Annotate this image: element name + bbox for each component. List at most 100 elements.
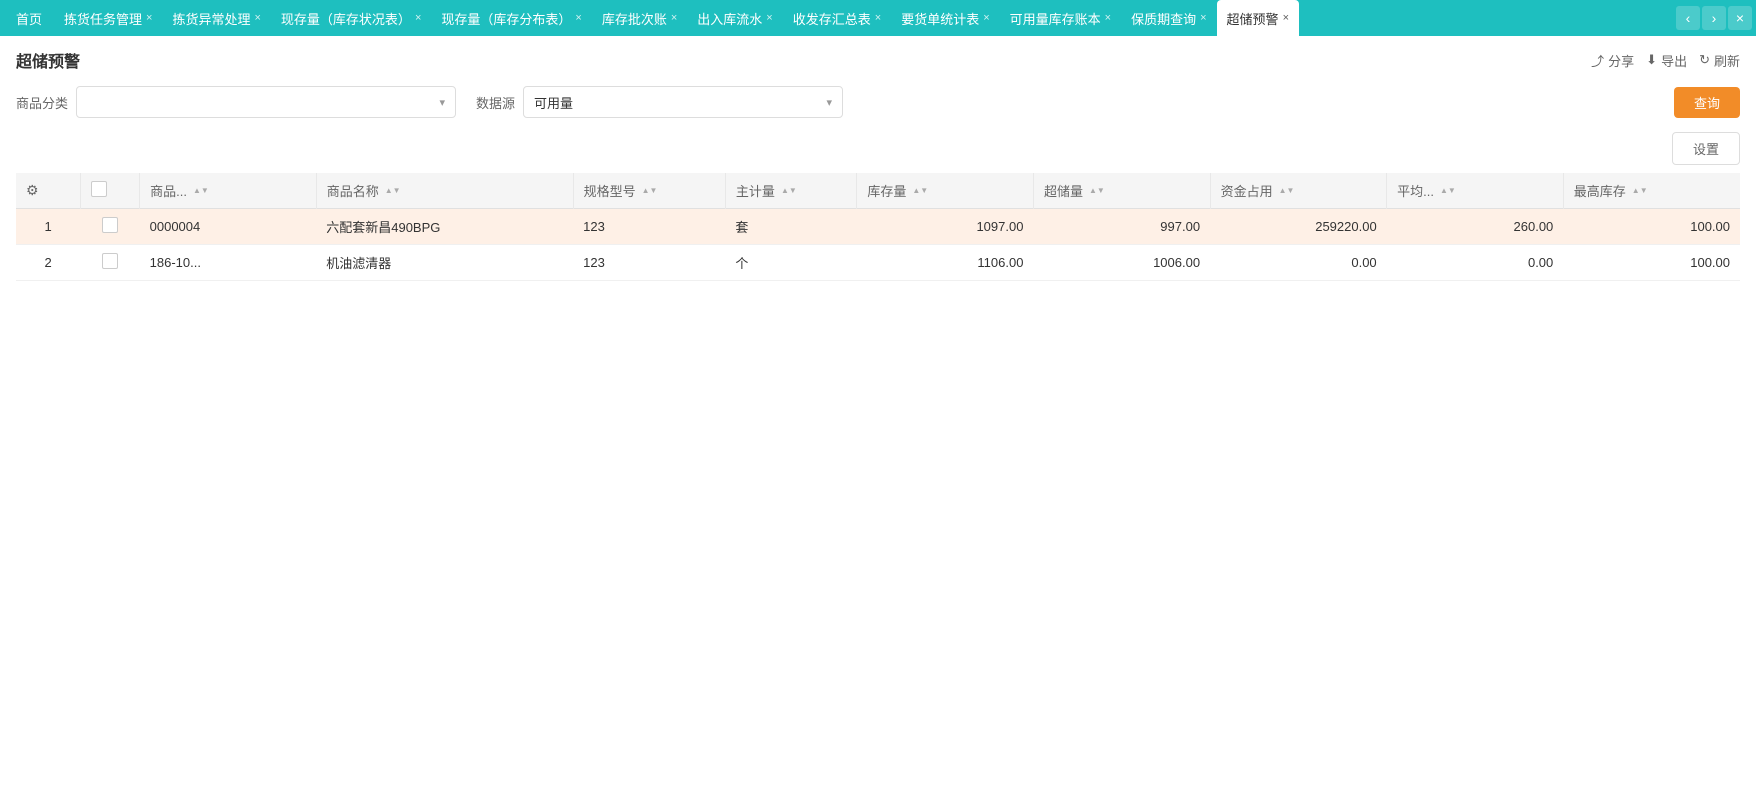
nav-tab-batch-account[interactable]: 库存批次账 × — [592, 0, 687, 36]
row-checkbox[interactable] — [102, 253, 118, 269]
datasource-select[interactable]: 可用量 ▾ — [523, 86, 843, 118]
row-checkbox-cell[interactable] — [80, 245, 139, 281]
gear-icon[interactable]: ⚙ — [26, 182, 39, 198]
th-capital[interactable]: 资金占用 ▲▼ — [1210, 173, 1387, 209]
share-button[interactable]: ⤴ 分享 — [1591, 51, 1634, 70]
export-icon: ⬇ — [1646, 52, 1657, 68]
share-icon: ⤴ — [1591, 51, 1604, 70]
category-select[interactable]: ▾ — [76, 86, 456, 118]
th-avg[interactable]: 平均... ▲▼ — [1387, 173, 1564, 209]
th-checkbox[interactable] — [80, 173, 139, 209]
data-table: ⚙ 商品... ▲▼ 商品名称 ▲▼ — [16, 173, 1740, 281]
row-name: 六配套新昌490BPG — [316, 209, 573, 245]
nav-tab-overstock-warning[interactable]: 超储预警 × — [1217, 0, 1299, 36]
select-all-checkbox[interactable] — [91, 181, 107, 197]
nav-tab-available-account[interactable]: 可用量库存账本 × — [1000, 0, 1121, 36]
settings-button[interactable]: 设置 — [1672, 132, 1740, 165]
row-unit: 套 — [725, 209, 856, 245]
chevron-down-icon: ▾ — [439, 96, 445, 109]
table-header-row: ⚙ 商品... ▲▼ 商品名称 ▲▼ — [16, 173, 1740, 209]
top-navigation: 首页 拣货任务管理 × 拣货异常处理 × 现存量（库存状况表） × 现存量（库存… — [0, 0, 1756, 36]
nav-home[interactable]: 首页 — [4, 9, 54, 28]
row-maxstock: 100.00 — [1563, 245, 1740, 281]
settings-row: 设置 — [16, 132, 1740, 165]
close-icon[interactable]: × — [575, 12, 581, 24]
header-actions: ⤴ 分享 ⬇ 导出 ↻ 刷新 — [1591, 51, 1740, 70]
th-code[interactable]: 商品... ▲▼ — [140, 173, 317, 209]
close-icon[interactable]: × — [415, 12, 421, 24]
th-maxstock[interactable]: 最高库存 ▲▼ — [1563, 173, 1740, 209]
nav-tab-current-stock-dist[interactable]: 现存量（库存分布表） × — [431, 0, 591, 36]
nav-arrows: ‹ › × — [1676, 6, 1752, 30]
sort-icon: ▲▼ — [1632, 187, 1648, 195]
row-stock: 1106.00 — [857, 245, 1034, 281]
table-row: 1 0000004 六配套新昌490BPG 123 套 1097.00 997.… — [16, 209, 1740, 245]
nav-tab-demand-stats[interactable]: 要货单统计表 × — [891, 0, 999, 36]
nav-prev-button[interactable]: ‹ — [1676, 6, 1700, 30]
nav-close-all-button[interactable]: × — [1728, 6, 1752, 30]
refresh-button[interactable]: ↻ 刷新 — [1699, 51, 1740, 70]
sort-icon: ▲▼ — [1279, 187, 1295, 195]
th-stock[interactable]: 库存量 ▲▼ — [857, 173, 1034, 209]
export-button[interactable]: ⬇ 导出 — [1646, 51, 1687, 70]
row-spec: 123 — [573, 245, 725, 281]
refresh-icon: ↻ — [1699, 52, 1710, 68]
th-unit[interactable]: 主计量 ▲▼ — [725, 173, 856, 209]
query-button[interactable]: 查询 — [1674, 87, 1740, 118]
row-name: 机油滤清器 — [316, 245, 573, 281]
row-checkbox-cell[interactable] — [80, 209, 139, 245]
table-row: 2 186-10... 机油滤清器 123 个 1106.00 1006.00 … — [16, 245, 1740, 281]
close-icon[interactable]: × — [146, 12, 152, 24]
row-unit: 个 — [725, 245, 856, 281]
category-filter: 商品分类 ▾ — [16, 86, 456, 118]
sort-icon: ▲▼ — [781, 187, 797, 195]
row-capital: 0.00 — [1210, 245, 1387, 281]
row-checkbox[interactable] — [102, 217, 118, 233]
row-avg: 0.00 — [1387, 245, 1564, 281]
filter-buttons: 查询 — [1674, 87, 1740, 118]
nav-tab-receipt-summary[interactable]: 收发存汇总表 × — [783, 0, 891, 36]
datasource-value: 可用量 — [534, 93, 573, 112]
category-label: 商品分类 — [16, 93, 68, 112]
sort-icon: ▲▼ — [1089, 187, 1105, 195]
sort-icon: ▲▼ — [385, 187, 401, 195]
page-content: 超储预警 ⤴ 分享 ⬇ 导出 ↻ 刷新 商品分类 ▾ 数据源 — [0, 36, 1756, 293]
close-icon[interactable]: × — [671, 12, 677, 24]
row-stock: 1097.00 — [857, 209, 1034, 245]
nav-next-button[interactable]: › — [1702, 6, 1726, 30]
close-icon[interactable]: × — [875, 12, 881, 24]
row-overflow: 997.00 — [1033, 209, 1210, 245]
close-icon[interactable]: × — [254, 12, 260, 24]
th-overflow[interactable]: 超储量 ▲▼ — [1033, 173, 1210, 209]
th-gear[interactable]: ⚙ — [16, 173, 80, 209]
close-icon[interactable]: × — [1200, 12, 1206, 24]
row-index: 1 — [16, 209, 80, 245]
nav-tab-quality-query[interactable]: 保质期查询 × — [1121, 0, 1216, 36]
nav-tab-pick-task[interactable]: 拣货任务管理 × — [54, 0, 162, 36]
sort-icon: ▲▼ — [193, 187, 209, 195]
close-icon[interactable]: × — [983, 12, 989, 24]
sort-icon: ▲▼ — [642, 187, 658, 195]
datasource-filter: 数据源 可用量 ▾ — [476, 86, 843, 118]
row-maxstock: 100.00 — [1563, 209, 1740, 245]
row-capital: 259220.00 — [1210, 209, 1387, 245]
row-code: 186-10... — [140, 245, 317, 281]
page-title: 超储预警 — [16, 48, 80, 72]
close-icon[interactable]: × — [1283, 12, 1289, 24]
close-icon[interactable]: × — [1105, 12, 1111, 24]
row-avg: 260.00 — [1387, 209, 1564, 245]
nav-tab-pick-exception[interactable]: 拣货异常处理 × — [162, 0, 270, 36]
row-index: 2 — [16, 245, 80, 281]
row-overflow: 1006.00 — [1033, 245, 1210, 281]
close-icon[interactable]: × — [766, 12, 772, 24]
datasource-label: 数据源 — [476, 93, 515, 112]
th-spec[interactable]: 规格型号 ▲▼ — [573, 173, 725, 209]
row-code: 0000004 — [140, 209, 317, 245]
chevron-down-icon: ▾ — [827, 96, 833, 109]
th-name[interactable]: 商品名称 ▲▼ — [316, 173, 573, 209]
row-spec: 123 — [573, 209, 725, 245]
sort-icon: ▲▼ — [1440, 187, 1456, 195]
nav-tab-current-stock-status[interactable]: 现存量（库存状况表） × — [271, 0, 431, 36]
nav-tab-inout-flow[interactable]: 出入库流水 × — [687, 0, 782, 36]
sort-icon: ▲▼ — [912, 187, 928, 195]
